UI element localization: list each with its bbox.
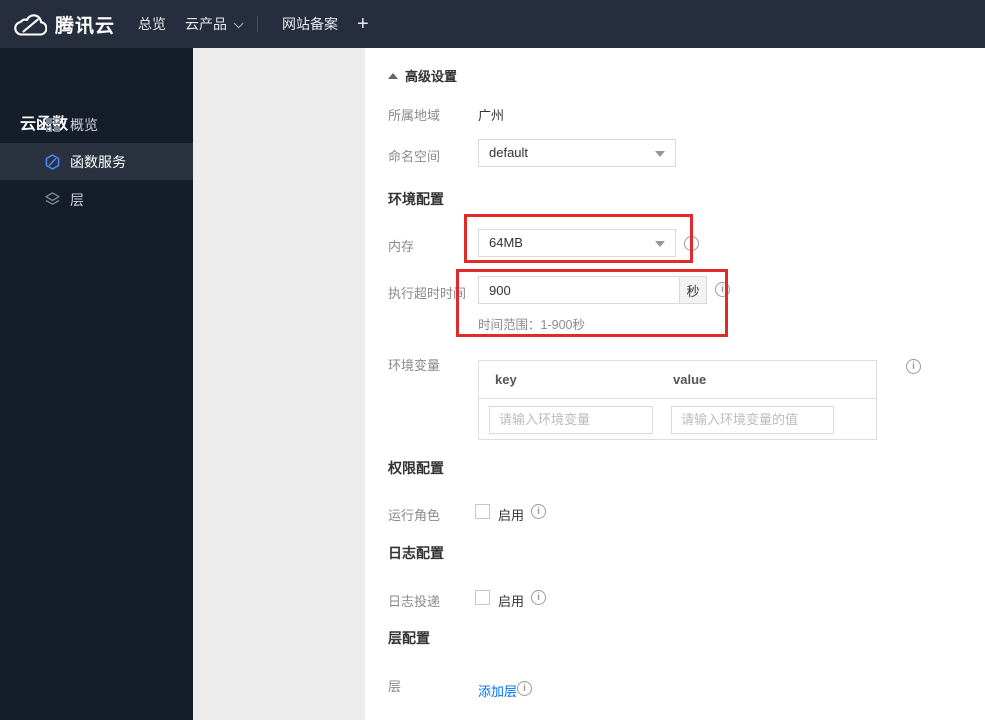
env-vars-info-icon[interactable] <box>906 359 921 374</box>
tencent-cloud-console: 腾讯云 总览 云产品 网站备案 + 云函数 概览 函数服务 层 高级设置 所属地… <box>0 0 985 720</box>
brand-logo[interactable]: 腾讯云 <box>13 0 115 48</box>
section-layer-config: 层配置 <box>388 630 430 646</box>
nav-item-cloud-products[interactable]: 云产品 <box>185 0 244 48</box>
main-content: 高级设置 所属地域 广州 命名空间 default 环境配置 内存 64MB 执… <box>365 48 985 720</box>
region-label: 所属地域 <box>388 108 441 123</box>
chevron-down-icon <box>233 18 244 29</box>
brand-name: 腾讯云 <box>55 15 116 37</box>
sidebar-item-label: 函数服务 <box>70 153 126 170</box>
env-vars-table: key value <box>478 360 877 440</box>
nav-item-overview[interactable]: 总览 <box>138 0 166 48</box>
memory-selected-value: 64MB <box>489 235 523 250</box>
run-role-info-icon[interactable] <box>531 504 546 519</box>
namespace-label: 命名空间 <box>388 149 441 164</box>
select-caret-icon <box>655 241 665 247</box>
cloud-logo-icon <box>13 11 47 37</box>
timeout-info-icon[interactable] <box>715 282 730 297</box>
section-log-config: 日志配置 <box>388 545 444 561</box>
sidebar-item-overview[interactable]: 概览 <box>0 106 193 143</box>
sidebar-item-layers[interactable]: 层 <box>0 181 193 218</box>
region-value: 广州 <box>478 108 505 123</box>
advanced-settings-label: 高级设置 <box>405 69 458 84</box>
collapse-arrow-icon <box>388 72 398 79</box>
run-role-checkbox[interactable] <box>475 504 490 519</box>
layer-label: 层 <box>388 679 402 694</box>
env-vars-row <box>479 399 876 440</box>
function-hexagon-icon <box>44 153 61 170</box>
env-col-value-header: value <box>673 372 707 387</box>
sidebar: 云函数 概览 函数服务 层 <box>0 48 193 720</box>
sidebar-item-label: 层 <box>70 191 84 208</box>
section-env-config: 环境配置 <box>388 191 444 207</box>
env-vars-label: 环境变量 <box>388 358 441 373</box>
nav-add-tab-button[interactable]: + <box>357 0 369 48</box>
layers-icon <box>44 191 61 208</box>
log-delivery-enable-label: 启用 <box>498 594 525 609</box>
namespace-select[interactable]: default <box>478 139 676 167</box>
section-perm-config: 权限配置 <box>388 460 444 476</box>
top-navbar: 腾讯云 总览 云产品 网站备案 + <box>0 0 985 48</box>
memory-select[interactable]: 64MB <box>478 229 676 257</box>
env-col-key-header: key <box>495 372 517 387</box>
log-delivery-info-icon[interactable] <box>531 590 546 605</box>
timeout-label: 执行超时时间 <box>388 286 467 301</box>
memory-label: 内存 <box>388 239 415 254</box>
memory-info-icon[interactable] <box>684 236 699 251</box>
env-value-input[interactable] <box>671 405 834 434</box>
run-role-label: 运行角色 <box>388 508 441 523</box>
advanced-settings-toggle[interactable]: 高级设置 <box>388 66 457 85</box>
namespace-selected-value: default <box>489 145 529 160</box>
secondary-panel <box>193 48 365 720</box>
timeout-unit-addon: 秒 <box>679 276 707 304</box>
log-delivery-label: 日志投递 <box>388 594 441 609</box>
sidebar-item-function-service[interactable]: 函数服务 <box>0 143 193 180</box>
nav-divider <box>257 16 258 32</box>
grid-icon <box>44 116 61 133</box>
nav-item-icp-filing[interactable]: 网站备案 <box>282 0 338 48</box>
run-role-enable-label: 启用 <box>498 508 525 523</box>
timeout-input[interactable] <box>478 276 679 304</box>
env-vars-header-row: key value <box>479 361 876 399</box>
sidebar-item-label: 概览 <box>70 116 98 133</box>
add-layer-link[interactable]: 添加层 <box>478 681 517 700</box>
timeout-input-group: 秒 <box>478 276 707 304</box>
timeout-hint: 时间范围：1-900秒 <box>478 318 585 332</box>
select-caret-icon <box>655 151 665 157</box>
layer-info-icon[interactable] <box>517 681 532 696</box>
log-delivery-checkbox[interactable] <box>475 590 490 605</box>
env-key-input[interactable] <box>489 405 653 434</box>
